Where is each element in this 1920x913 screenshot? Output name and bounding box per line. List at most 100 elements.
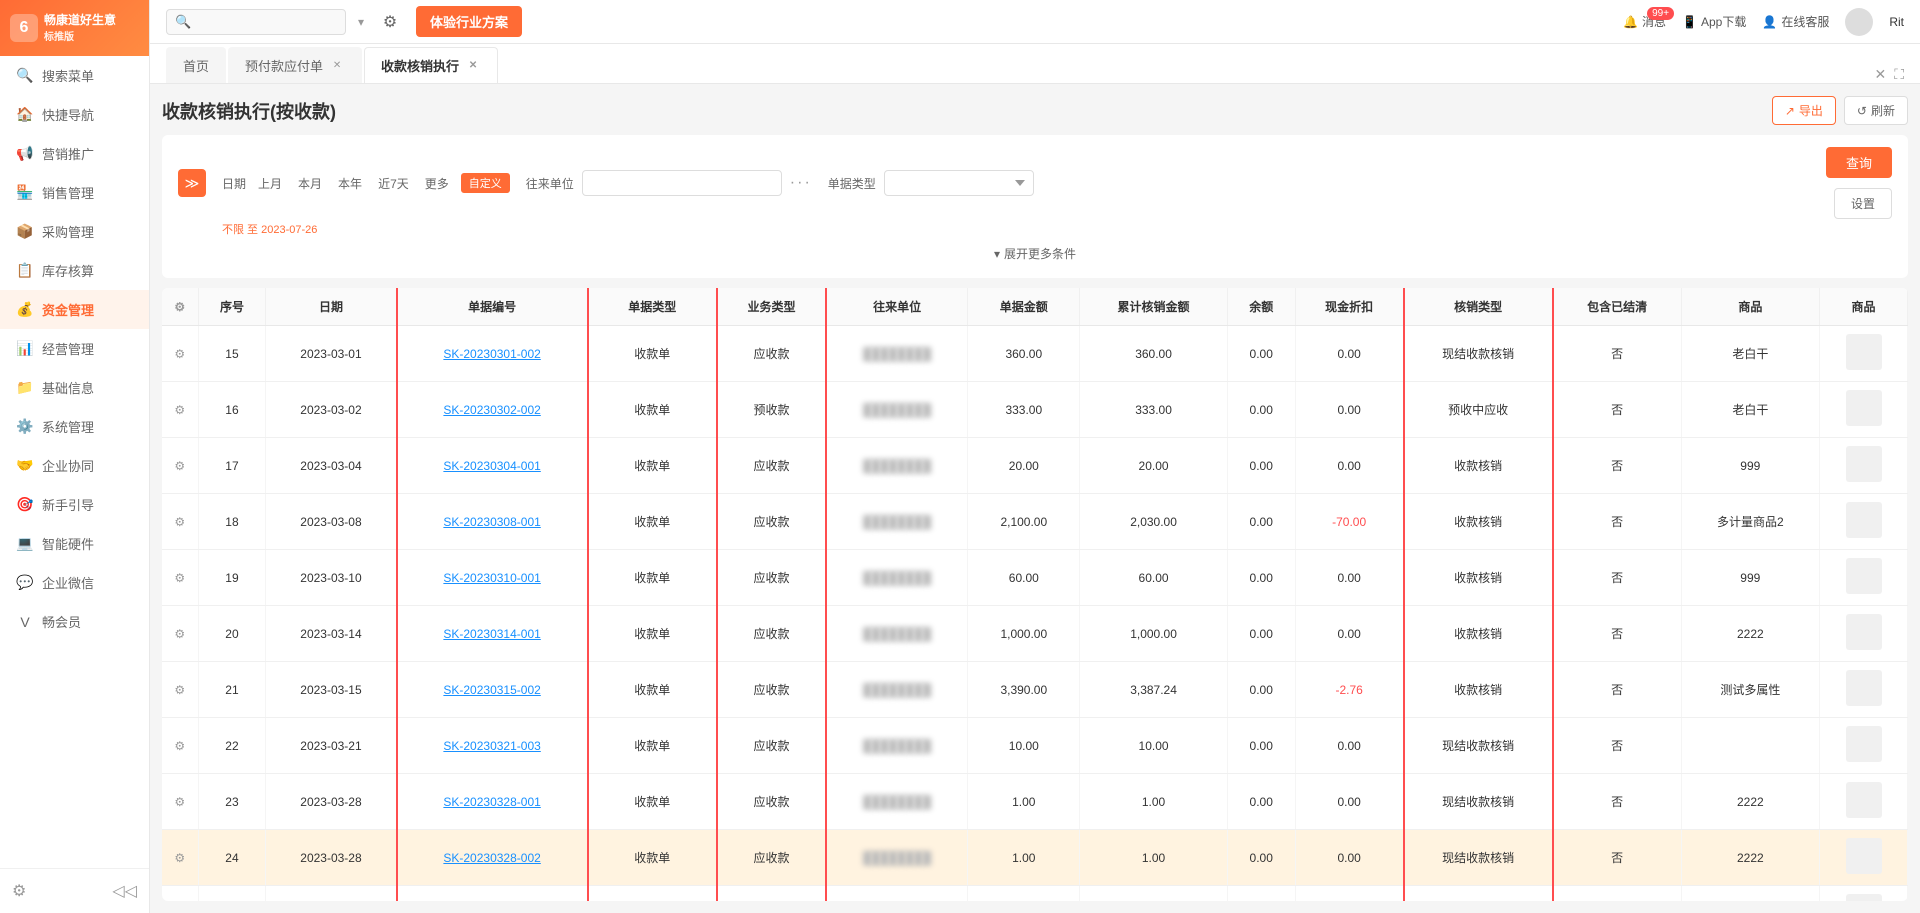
app-download-button[interactable]: 📱 App下载 — [1682, 13, 1746, 30]
cell-doc-type: 收款单 — [588, 774, 717, 830]
cell-product: 老白干 — [1681, 382, 1820, 438]
sidebar-item-system[interactable]: ⚙️ 系统管理 — [0, 407, 149, 446]
sidebar-item-marketing[interactable]: 📢 营销推广 — [0, 134, 149, 173]
filter-date-custom[interactable]: 自定义 — [461, 173, 510, 193]
sidebar-item-quick[interactable]: 🏠 快捷导航 — [0, 95, 149, 134]
tab-home[interactable]: 首页 — [166, 47, 226, 83]
guide-icon: 🎯 — [16, 496, 34, 514]
filter-date-more[interactable]: 更多 — [421, 173, 453, 194]
filter-partner-label: 往来单位 — [526, 175, 574, 192]
filter-date-7days[interactable]: 近7天 — [374, 173, 413, 194]
sidebar-label-guide: 新手引导 — [42, 495, 94, 514]
filter-partner-input[interactable] — [582, 170, 782, 196]
cell-settings[interactable]: ⚙ — [162, 326, 198, 382]
tab-expand-button[interactable]: ⛶ — [1894, 66, 1904, 83]
sidebar-item-guide[interactable]: 🎯 新手引导 — [0, 485, 149, 524]
col-header-cash-discount: 现金折扣 — [1295, 288, 1403, 326]
gear-icon[interactable]: ⚙ — [170, 739, 190, 753]
filter-date-options: 上月 本月 本年 近7天 更多 自定义 — [254, 173, 510, 194]
filter-date-last-month[interactable]: 上月 — [254, 173, 286, 194]
filter-toggle-button[interactable]: ≫ — [178, 169, 206, 197]
cell-settings[interactable]: ⚙ — [162, 830, 198, 886]
doc-no-link[interactable]: SK-20230321-003 — [443, 739, 540, 753]
gear-icon[interactable]: ⚙ — [170, 515, 190, 529]
filter-date-this-year[interactable]: 本年 — [334, 173, 366, 194]
collapse-icon[interactable]: ◁◁ — [112, 881, 137, 901]
notice-button[interactable]: 🔔 消息 99+ — [1623, 13, 1666, 30]
doc-no-link[interactable]: SK-20230310-001 — [443, 571, 540, 585]
sidebar-item-search[interactable]: 🔍 搜索菜单 — [0, 56, 149, 95]
sidebar-item-enterprise[interactable]: 🤝 企业协同 — [0, 446, 149, 485]
cell-write-type: 现结收款核销 — [1404, 774, 1553, 830]
refresh-button[interactable]: ↺ 刷新 — [1844, 96, 1908, 125]
doc-no-link[interactable]: SK-20230328-002 — [443, 851, 540, 865]
sidebar-item-management[interactable]: 📊 经营管理 — [0, 329, 149, 368]
app-sub: 标推版 — [44, 28, 116, 43]
filter-settings-button[interactable]: 设置 — [1834, 188, 1892, 219]
sidebar-item-inventory[interactable]: 📋 库存核算 — [0, 251, 149, 290]
cell-settings[interactable]: ⚙ — [162, 494, 198, 550]
gear-icon[interactable]: ⚙ — [170, 459, 190, 473]
export-button[interactable]: ↗ 导出 — [1772, 96, 1836, 125]
sidebar-item-sales[interactable]: 🏪 销售管理 — [0, 173, 149, 212]
gear-icon[interactable]: ⚙ — [170, 300, 190, 314]
sidebar-item-purchase[interactable]: 📦 采购管理 — [0, 212, 149, 251]
filter-expand-button[interactable]: ▾ 展开更多条件 — [994, 245, 1076, 262]
cell-balance: 0.00 — [1227, 438, 1295, 494]
doc-no-link[interactable]: SK-20230302-002 — [443, 403, 540, 417]
filter-type-select[interactable] — [884, 170, 1034, 196]
cell-settings[interactable]: ⚙ — [162, 550, 198, 606]
tab-prepay-close[interactable]: ✕ — [329, 58, 345, 74]
search-icon: 🔍 — [16, 67, 34, 85]
cell-balance: 0.00 — [1227, 886, 1295, 902]
col-header-date: 日期 — [266, 288, 397, 326]
cell-settings[interactable]: ⚙ — [162, 438, 198, 494]
doc-no-link[interactable]: SK-20230314-001 — [443, 627, 540, 641]
filter-partner-dots[interactable]: ··· — [790, 174, 812, 192]
sidebar-item-wechat[interactable]: 💬 企业微信 — [0, 563, 149, 602]
cell-cash-discount: 0.00 — [1295, 774, 1403, 830]
doc-no-link[interactable]: SK-20230328-001 — [443, 795, 540, 809]
cell-settings[interactable]: ⚙ — [162, 718, 198, 774]
settings-icon[interactable]: ⚙ — [12, 881, 26, 901]
doc-no-link[interactable]: SK-20230308-001 — [443, 515, 540, 529]
filter-date-this-month[interactable]: 本月 — [294, 173, 326, 194]
sidebar-item-hardware[interactable]: 💻 智能硬件 — [0, 524, 149, 563]
cell-settings[interactable]: ⚙ — [162, 606, 198, 662]
sidebar-item-finance[interactable]: 💰 资金管理 — [0, 290, 149, 329]
cell-product: 多计量商品2 — [1681, 494, 1820, 550]
gear-icon[interactable]: ⚙ — [170, 627, 190, 641]
gear-icon[interactable]: ⚙ — [170, 683, 190, 697]
query-button[interactable]: 查询 — [1826, 147, 1892, 178]
cell-settings[interactable]: ⚙ — [162, 774, 198, 830]
topbar-settings-icon[interactable]: ⚙ — [376, 8, 404, 36]
tab-home-label: 首页 — [183, 56, 209, 75]
topbar-dropdown[interactable]: ▾ — [358, 15, 364, 29]
sidebar-item-member[interactable]: V 畅会员 — [0, 602, 149, 641]
cell-settings[interactable]: ⚙ — [162, 662, 198, 718]
cell-settings[interactable]: ⚙ — [162, 382, 198, 438]
cell-settings[interactable]: ⚙ — [162, 886, 198, 902]
col-header-settings[interactable]: ⚙ — [162, 288, 198, 326]
tab-receipt-close[interactable]: ✕ — [465, 58, 481, 74]
cell-cash-discount: 0.00 — [1295, 326, 1403, 382]
tab-receipt[interactable]: 收款核销执行 ✕ — [364, 47, 498, 83]
online-service-button[interactable]: 👤 在线客服 — [1762, 13, 1829, 30]
doc-no-link[interactable]: SK-20230301-002 — [443, 347, 540, 361]
cell-cash-discount: 0.00 — [1295, 886, 1403, 902]
doc-no-link[interactable]: SK-20230304-001 — [443, 459, 540, 473]
cell-product-img — [1820, 774, 1908, 830]
sidebar-item-basic[interactable]: 📁 基础信息 — [0, 368, 149, 407]
gear-icon[interactable]: ⚙ — [170, 571, 190, 585]
cell-product: 2222 — [1681, 830, 1820, 886]
gear-icon[interactable]: ⚙ — [170, 403, 190, 417]
cell-doc-type: 收款单 — [588, 438, 717, 494]
tab-close-all-button[interactable]: ✕ — [1874, 66, 1886, 83]
gear-icon[interactable]: ⚙ — [170, 347, 190, 361]
doc-no-link[interactable]: SK-20230315-002 — [443, 683, 540, 697]
gear-icon[interactable]: ⚙ — [170, 795, 190, 809]
gear-icon[interactable]: ⚙ — [170, 851, 190, 865]
solution-button[interactable]: 体验行业方案 — [416, 6, 522, 37]
tab-prepay[interactable]: 预付款应付单 ✕ — [228, 47, 362, 83]
topbar-search-input[interactable] — [195, 15, 315, 29]
